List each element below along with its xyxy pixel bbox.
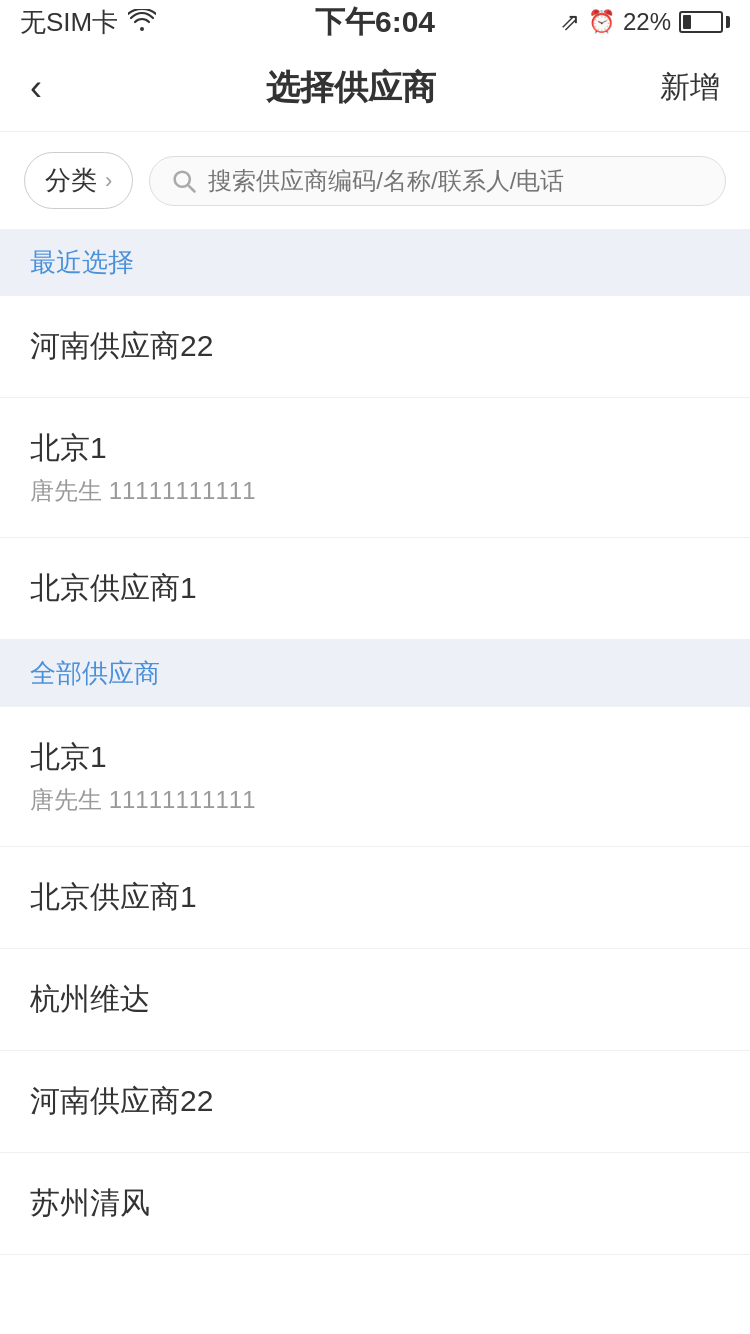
location-icon: ⇗: [560, 8, 580, 36]
item-sub: 唐先生 11111111111: [30, 784, 720, 816]
alarm-icon: ⏰: [588, 9, 615, 35]
status-left: 无SIM卡: [20, 5, 156, 40]
list-item[interactable]: 杭州维达: [0, 949, 750, 1051]
list-item[interactable]: 苏州清风: [0, 1153, 750, 1255]
item-name: 北京1: [30, 428, 720, 469]
list-item[interactable]: 北京供应商1: [0, 847, 750, 949]
item-sub: 唐先生 11111111111: [30, 475, 720, 507]
battery-percent: 22%: [623, 8, 671, 36]
list-item[interactable]: 北京1 唐先生 11111111111: [0, 398, 750, 538]
all-list: 北京1 唐先生 11111111111 北京供应商1 杭州维达 河南供应商22 …: [0, 707, 750, 1255]
add-button[interactable]: 新增: [660, 67, 720, 108]
wifi-icon: [128, 7, 156, 38]
search-box[interactable]: [149, 156, 726, 206]
status-right: ⇗ ⏰ 22%: [560, 8, 730, 36]
status-bar: 无SIM卡 下午6:04 ⇗ ⏰ 22%: [0, 0, 750, 44]
list-item[interactable]: 河南供应商22: [0, 1051, 750, 1153]
item-name: 北京1: [30, 737, 720, 778]
category-filter-button[interactable]: 分类 ›: [24, 152, 133, 209]
page-title: 选择供应商: [266, 65, 436, 111]
item-name: 北京供应商1: [30, 877, 720, 918]
nav-bar: ‹ 选择供应商 新增: [0, 44, 750, 132]
all-section-header: 全部供应商: [0, 640, 750, 707]
chevron-right-icon: ›: [105, 168, 112, 194]
item-name: 北京供应商1: [30, 568, 720, 609]
item-name: 苏州清风: [30, 1183, 720, 1224]
search-input[interactable]: [208, 167, 705, 195]
list-item[interactable]: 河南供应商22: [0, 296, 750, 398]
list-item[interactable]: 北京供应商1: [0, 538, 750, 640]
item-name: 河南供应商22: [30, 326, 720, 367]
item-name: 河南供应商22: [30, 1081, 720, 1122]
status-time: 下午6:04: [315, 2, 435, 43]
svg-line-1: [188, 185, 194, 191]
carrier-label: 无SIM卡: [20, 5, 118, 40]
category-label: 分类: [45, 163, 97, 198]
search-icon: [170, 167, 198, 195]
filter-bar: 分类 ›: [0, 132, 750, 229]
list-item[interactable]: 北京1 唐先生 11111111111: [0, 707, 750, 847]
recent-list: 河南供应商22 北京1 唐先生 11111111111 北京供应商1: [0, 296, 750, 640]
battery-icon: [679, 11, 730, 33]
recent-section-header: 最近选择: [0, 229, 750, 296]
back-button[interactable]: ‹: [30, 67, 42, 109]
item-name: 杭州维达: [30, 979, 720, 1020]
